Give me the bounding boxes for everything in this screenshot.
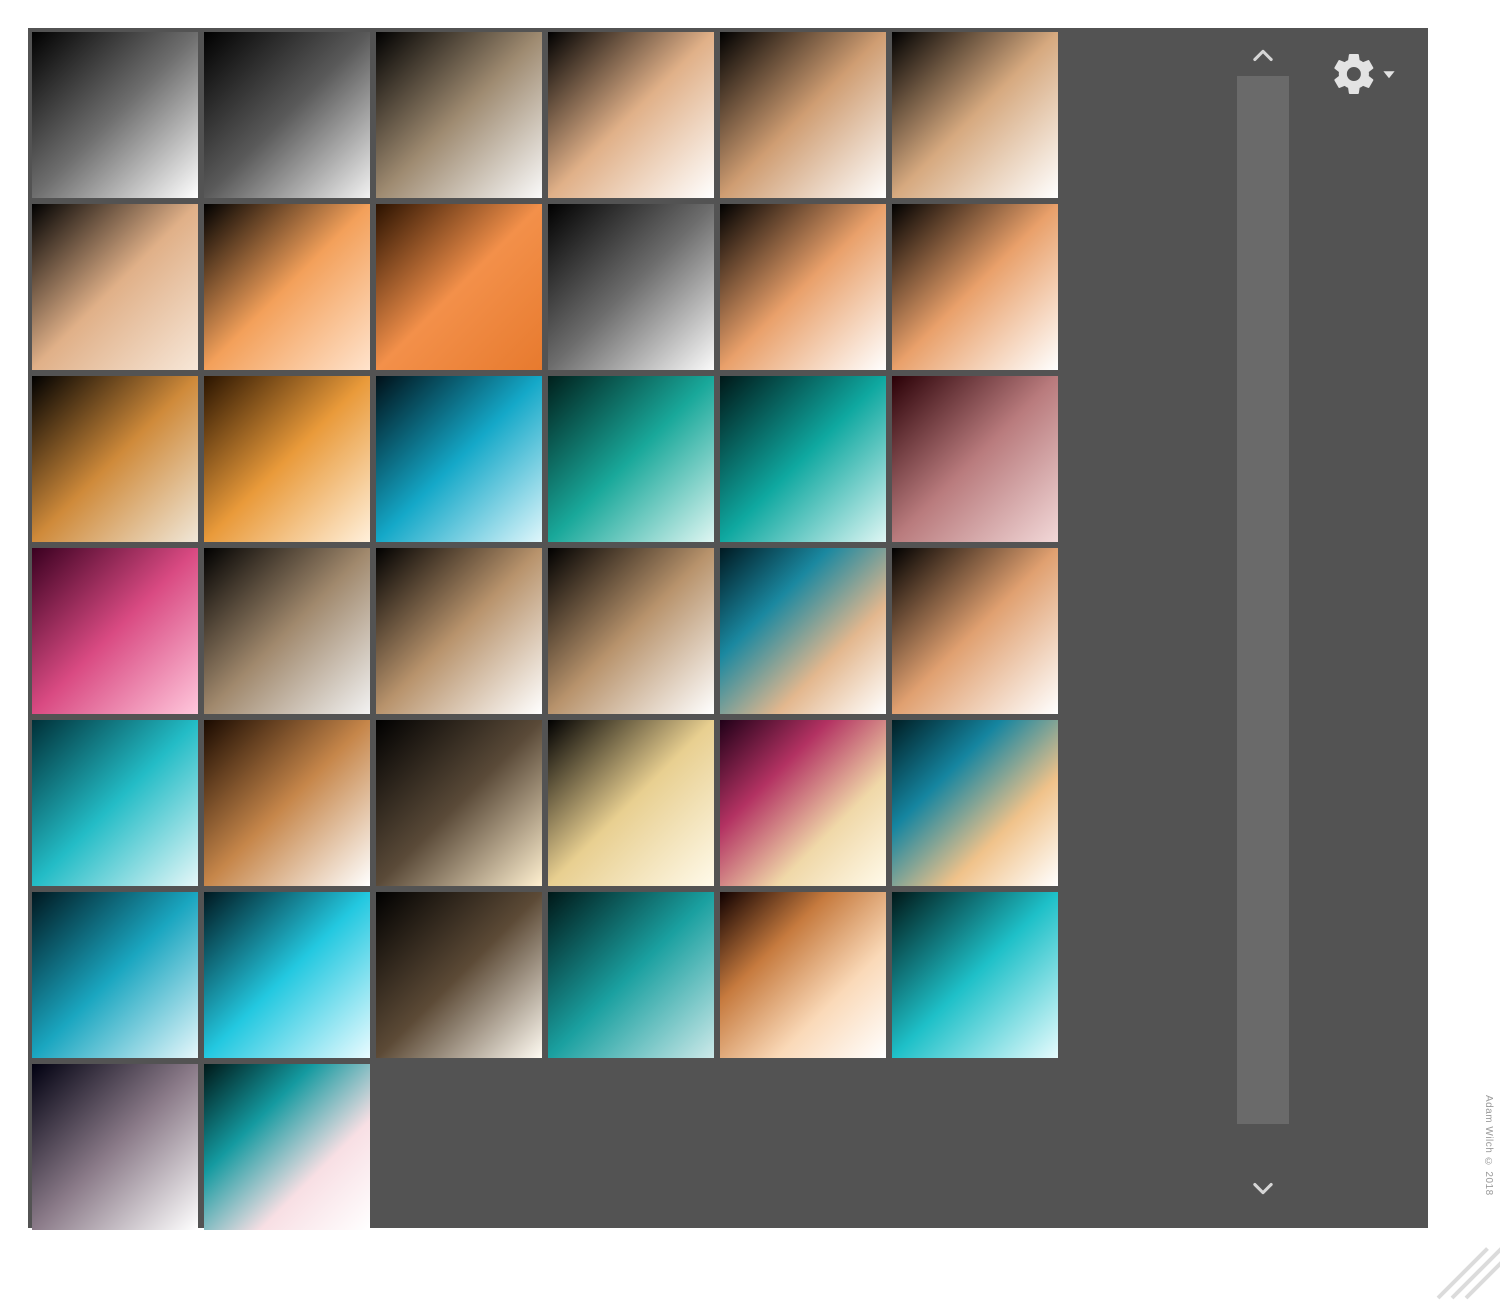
gradient-swatch[interactable]: [548, 720, 714, 886]
gradient-swatch[interactable]: [548, 32, 714, 198]
gradient-swatch[interactable]: [32, 720, 198, 886]
scroll-thumb[interactable]: [1237, 76, 1289, 1124]
gradient-swatch[interactable]: [376, 720, 542, 886]
resize-grip-icon: [1422, 1238, 1482, 1298]
gradient-swatch[interactable]: [204, 204, 370, 370]
gradient-swatch[interactable]: [892, 720, 1058, 886]
gradient-swatch[interactable]: [892, 376, 1058, 542]
gradient-swatch[interactable]: [892, 548, 1058, 714]
gradient-swatch[interactable]: [376, 32, 542, 198]
gradient-swatch[interactable]: [720, 204, 886, 370]
gradient-swatch[interactable]: [204, 548, 370, 714]
gradient-swatch[interactable]: [548, 892, 714, 1058]
gradient-swatch[interactable]: [376, 548, 542, 714]
app-frame: Adam Wilch © 2018: [0, 0, 1500, 1316]
gradient-swatch[interactable]: [892, 32, 1058, 198]
gradient-swatch[interactable]: [204, 32, 370, 198]
gradient-swatch[interactable]: [720, 32, 886, 198]
gradient-swatch[interactable]: [720, 548, 886, 714]
gear-icon: [1330, 50, 1378, 98]
gradient-swatch[interactable]: [204, 376, 370, 542]
gradient-swatch[interactable]: [32, 548, 198, 714]
panel-menu-area: [1298, 28, 1428, 1228]
gradient-swatch[interactable]: [892, 892, 1058, 1058]
gradient-swatch[interactable]: [376, 892, 542, 1058]
scroll-track[interactable]: [1237, 76, 1289, 1168]
gradient-picker-panel: [28, 28, 1428, 1228]
gradient-swatch[interactable]: [32, 376, 198, 542]
gradient-swatch[interactable]: [548, 548, 714, 714]
gradient-swatch[interactable]: [720, 720, 886, 886]
gradient-swatch[interactable]: [892, 204, 1058, 370]
gradient-swatch[interactable]: [376, 204, 542, 370]
chevron-down-icon[interactable]: [1243, 1172, 1283, 1204]
gradient-swatch[interactable]: [720, 892, 886, 1058]
panel-menu-button[interactable]: [1330, 50, 1396, 98]
gradient-swatch[interactable]: [32, 204, 198, 370]
gradient-swatch[interactable]: [548, 204, 714, 370]
gradient-swatch[interactable]: [548, 376, 714, 542]
gradient-swatch[interactable]: [204, 892, 370, 1058]
gradient-swatch[interactable]: [376, 376, 542, 542]
gradient-swatch[interactable]: [720, 376, 886, 542]
scrollbar: [1228, 28, 1298, 1228]
gradient-swatch[interactable]: [32, 32, 198, 198]
gradient-swatch[interactable]: [32, 892, 198, 1058]
swatch-grid: [32, 32, 1058, 1230]
gradient-swatch[interactable]: [32, 1064, 198, 1230]
triangle-down-icon: [1382, 67, 1396, 81]
gradient-swatch[interactable]: [204, 1064, 370, 1230]
credit-text: Adam Wilch © 2018: [1483, 1095, 1494, 1196]
gradient-swatch[interactable]: [204, 720, 370, 886]
chevron-up-icon[interactable]: [1243, 40, 1283, 72]
swatch-grid-container: [28, 28, 1058, 1228]
